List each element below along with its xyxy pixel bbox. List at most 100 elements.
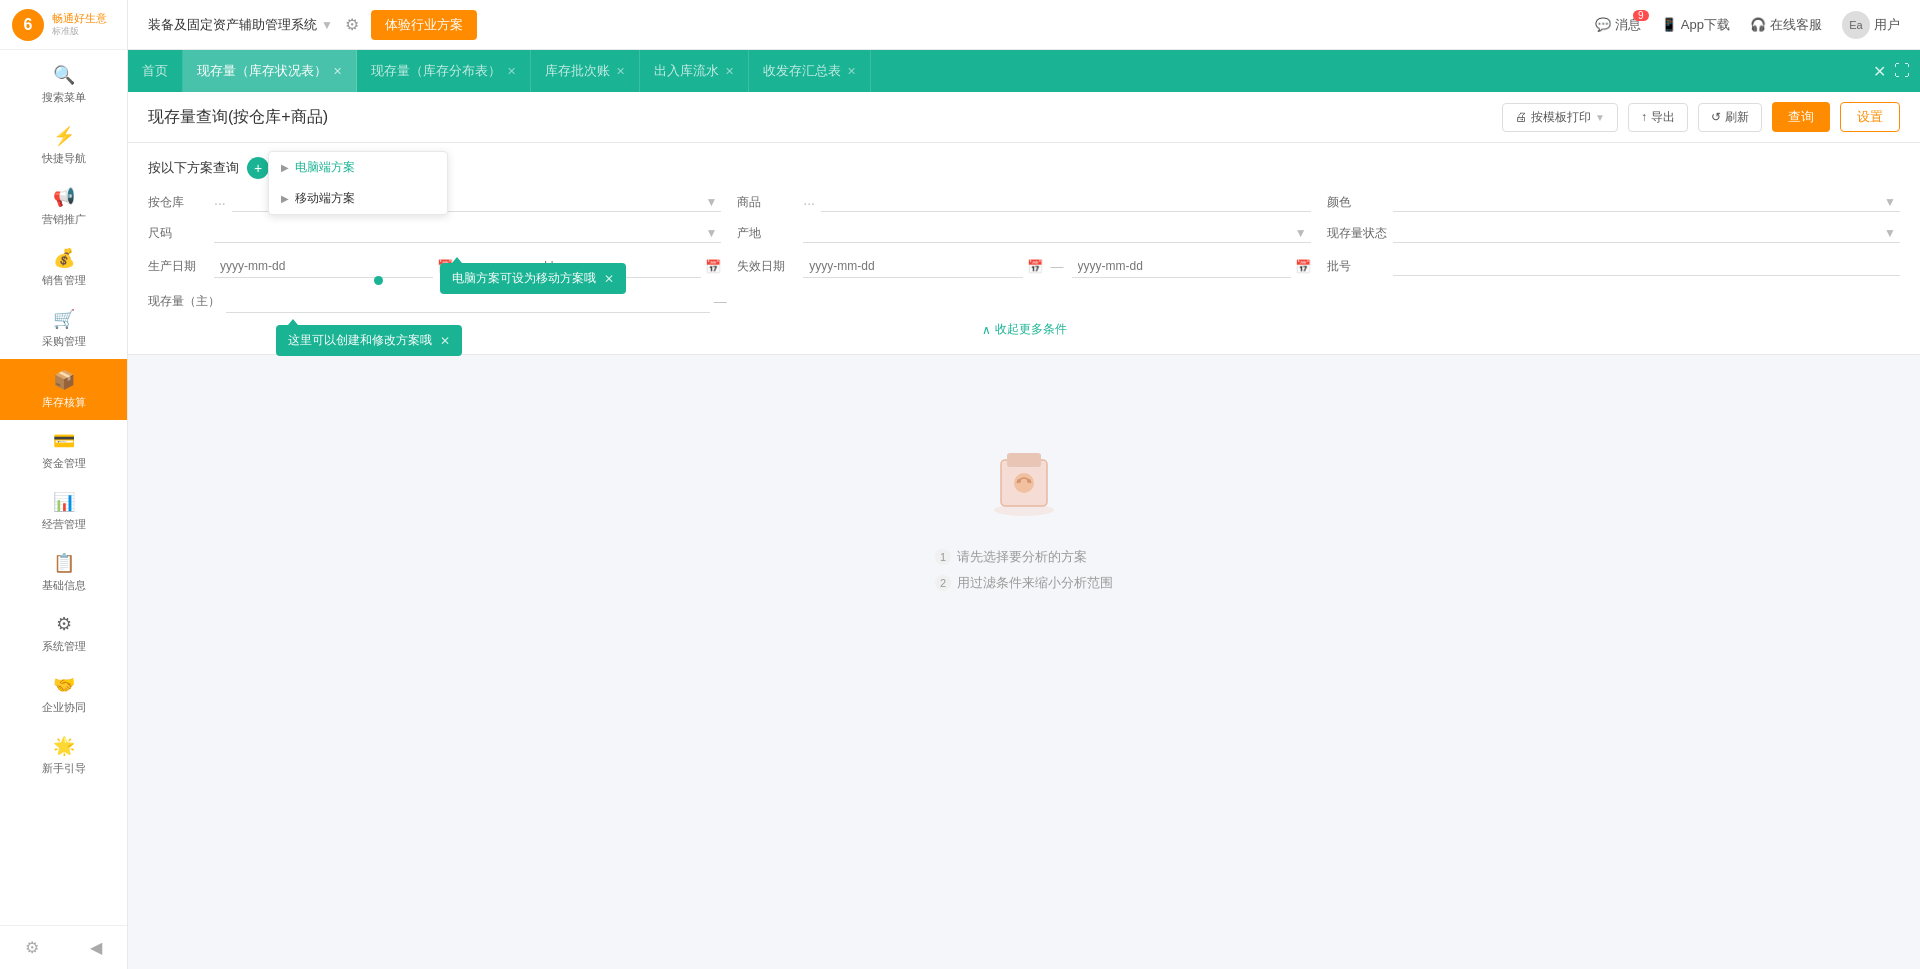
- stock-status-input[interactable]: [1397, 226, 1884, 240]
- sidebar-item-finance[interactable]: 💳 资金管理: [0, 420, 127, 481]
- sidebar-item-sales[interactable]: 💰 销售管理: [0, 237, 127, 298]
- filter-cell-expire-date: 失效日期 📅 — 📅: [737, 255, 1310, 278]
- filter-label: 按以下方案查询: [148, 159, 239, 177]
- tab-inventory-status[interactable]: 现存量（库存状况表） ✕: [183, 50, 357, 92]
- basic-nav-icon: 📋: [53, 552, 75, 574]
- calendar-expire-end-icon[interactable]: 📅: [1295, 259, 1311, 274]
- tab-close-icon[interactable]: ✕: [333, 65, 342, 78]
- sidebar-item-inventory[interactable]: 📦 库存核算: [0, 359, 127, 420]
- online-support-action[interactable]: 🎧 在线客服: [1750, 16, 1822, 34]
- tooltip1-text: 电脑方案可设为移动方案哦: [452, 270, 596, 287]
- dropdown-arrow: ▼: [1595, 112, 1605, 123]
- expire-date-end[interactable]: [1072, 255, 1291, 278]
- color-input[interactable]: [1397, 195, 1884, 209]
- sidebar-item-quick[interactable]: ⚡ 快捷导航: [0, 115, 127, 176]
- filter-row-4: 现存量（主） —: [148, 290, 1900, 313]
- size-select[interactable]: ▼: [214, 224, 721, 243]
- tab-close-icon[interactable]: ✕: [507, 65, 516, 78]
- color-select[interactable]: ▼: [1393, 193, 1900, 212]
- tab-close-all-icon[interactable]: ✕: [1873, 62, 1886, 81]
- app-name: 畅通好生意: [52, 11, 107, 25]
- stock-qty-label: 现存量（主）: [148, 293, 220, 310]
- sidebar-item-marketing[interactable]: 📢 营销推广: [0, 176, 127, 237]
- header-settings-icon[interactable]: ⚙: [345, 15, 359, 34]
- sidebar-item-guide[interactable]: 🌟 新手引导: [0, 725, 127, 786]
- origin-label: 产地: [737, 225, 797, 242]
- tab-close-icon[interactable]: ✕: [616, 65, 625, 78]
- scheme-desktop-label: 电脑端方案: [295, 159, 355, 176]
- size-label: 尺码: [148, 225, 208, 242]
- print-button[interactable]: 🖨 按模板打印 ▼: [1502, 103, 1618, 132]
- query-button[interactable]: 查询: [1772, 102, 1830, 132]
- tooltip1-close[interactable]: ✕: [604, 272, 614, 286]
- sidebar-item-label: 基础信息: [42, 578, 86, 593]
- message-action[interactable]: 💬 消息 9: [1595, 16, 1641, 34]
- prod-date-label: 生产日期: [148, 258, 208, 275]
- sidebar-item-label: 资金管理: [42, 456, 86, 471]
- logo-icon: 6: [12, 9, 44, 41]
- system-selector[interactable]: 装备及固定资产辅助管理系统 ▼: [148, 16, 333, 34]
- warehouse-more-icon[interactable]: ···: [214, 195, 226, 211]
- tooltip2-close[interactable]: ✕: [440, 334, 450, 348]
- sidebar-item-enterprise[interactable]: 🤝 企业协同: [0, 664, 127, 725]
- sidebar-item-purchase[interactable]: 🛒 采购管理: [0, 298, 127, 359]
- tab-inventory-status-label: 现存量（库存状况表）: [197, 62, 327, 80]
- marketing-nav-icon: 📢: [53, 186, 75, 208]
- logo-text-wrap: 畅通好生意 标准版: [52, 11, 107, 38]
- content-area: 现存量查询(按仓库+商品) 🖨 按模板打印 ▼ ↑ 导出 ↺ 刷新 查询 设置: [128, 92, 1920, 969]
- reset-button[interactable]: 设置: [1840, 102, 1900, 132]
- tab-summary[interactable]: 收发存汇总表 ✕: [749, 50, 871, 92]
- size-dropdown-icon: ▼: [705, 226, 717, 240]
- tab-close-icon[interactable]: ✕: [725, 65, 734, 78]
- sidebar-item-label: 营销推广: [42, 212, 86, 227]
- industry-button[interactable]: 体验行业方案: [371, 10, 477, 40]
- tab-home[interactable]: 首页: [128, 50, 183, 92]
- print-icon: 🖨: [1515, 110, 1527, 124]
- svg-rect-2: [1007, 453, 1041, 467]
- goods-input[interactable]: [825, 195, 1307, 209]
- goods-label: 商品: [737, 194, 797, 211]
- user-action[interactable]: Ea 用户: [1842, 11, 1900, 39]
- tab-inout-flow[interactable]: 出入库流水 ✕: [640, 50, 749, 92]
- prod-date-start[interactable]: [214, 255, 433, 278]
- refresh-button[interactable]: ↺ 刷新: [1698, 103, 1762, 132]
- scheme-item-desktop[interactable]: ▶ 电脑端方案: [269, 152, 447, 183]
- calendar-end-icon[interactable]: 📅: [705, 259, 721, 274]
- export-button[interactable]: ↑ 导出: [1628, 103, 1688, 132]
- message-icon: 💬: [1595, 17, 1611, 32]
- empty-hints: 1 请先选择要分析的方案 2 用过滤条件来缩小分析范围: [935, 544, 1113, 596]
- tab-inventory-dist[interactable]: 现存量（库存分布表） ✕: [357, 50, 531, 92]
- sidebar-item-search[interactable]: 🔍 搜索菜单: [0, 54, 127, 115]
- add-scheme-button[interactable]: +: [247, 157, 269, 179]
- hint-text-2: 用过滤条件来缩小分析范围: [957, 570, 1113, 596]
- origin-select[interactable]: ▼: [803, 224, 1310, 243]
- tab-close-icon[interactable]: ✕: [847, 65, 856, 78]
- goods-select[interactable]: [821, 193, 1311, 212]
- settings-icon[interactable]: ⚙: [25, 938, 39, 957]
- filter-cell-size: 尺码 ▼: [148, 224, 721, 243]
- sidebar-item-system[interactable]: ⚙ 系统管理: [0, 603, 127, 664]
- calendar-expire-start-icon[interactable]: 📅: [1027, 259, 1043, 274]
- collapse-icon[interactable]: ◀: [90, 938, 102, 957]
- batch-label: 批号: [1327, 258, 1387, 275]
- size-input[interactable]: [218, 226, 705, 240]
- stock-status-select[interactable]: ▼: [1393, 224, 1900, 243]
- batch-input[interactable]: [1397, 259, 1896, 273]
- tab-batch[interactable]: 库存批次账 ✕: [531, 50, 640, 92]
- sidebar-item-label: 新手引导: [42, 761, 86, 776]
- scheme-item-mobile[interactable]: ▶ 移动端方案: [269, 183, 447, 214]
- expire-date-start[interactable]: [803, 255, 1022, 278]
- system-name: 装备及固定资产辅助管理系统: [148, 16, 317, 34]
- tab-home-label: 首页: [142, 62, 168, 80]
- origin-input[interactable]: [807, 226, 1294, 240]
- app-download-action[interactable]: 📱 App下载: [1661, 16, 1730, 34]
- expire-date-dash: —: [1047, 259, 1068, 274]
- tab-expand-icon[interactable]: ⛶: [1894, 62, 1910, 80]
- goods-more-icon[interactable]: ···: [803, 195, 815, 211]
- sidebar-item-operation[interactable]: 📊 经营管理: [0, 481, 127, 542]
- enterprise-nav-icon: 🤝: [53, 674, 75, 696]
- sidebar-item-basic[interactable]: 📋 基础信息: [0, 542, 127, 603]
- collapse-button[interactable]: ∧ 收起更多条件: [982, 321, 1067, 338]
- search-nav-icon: 🔍: [53, 64, 75, 86]
- batch-select[interactable]: [1393, 257, 1900, 276]
